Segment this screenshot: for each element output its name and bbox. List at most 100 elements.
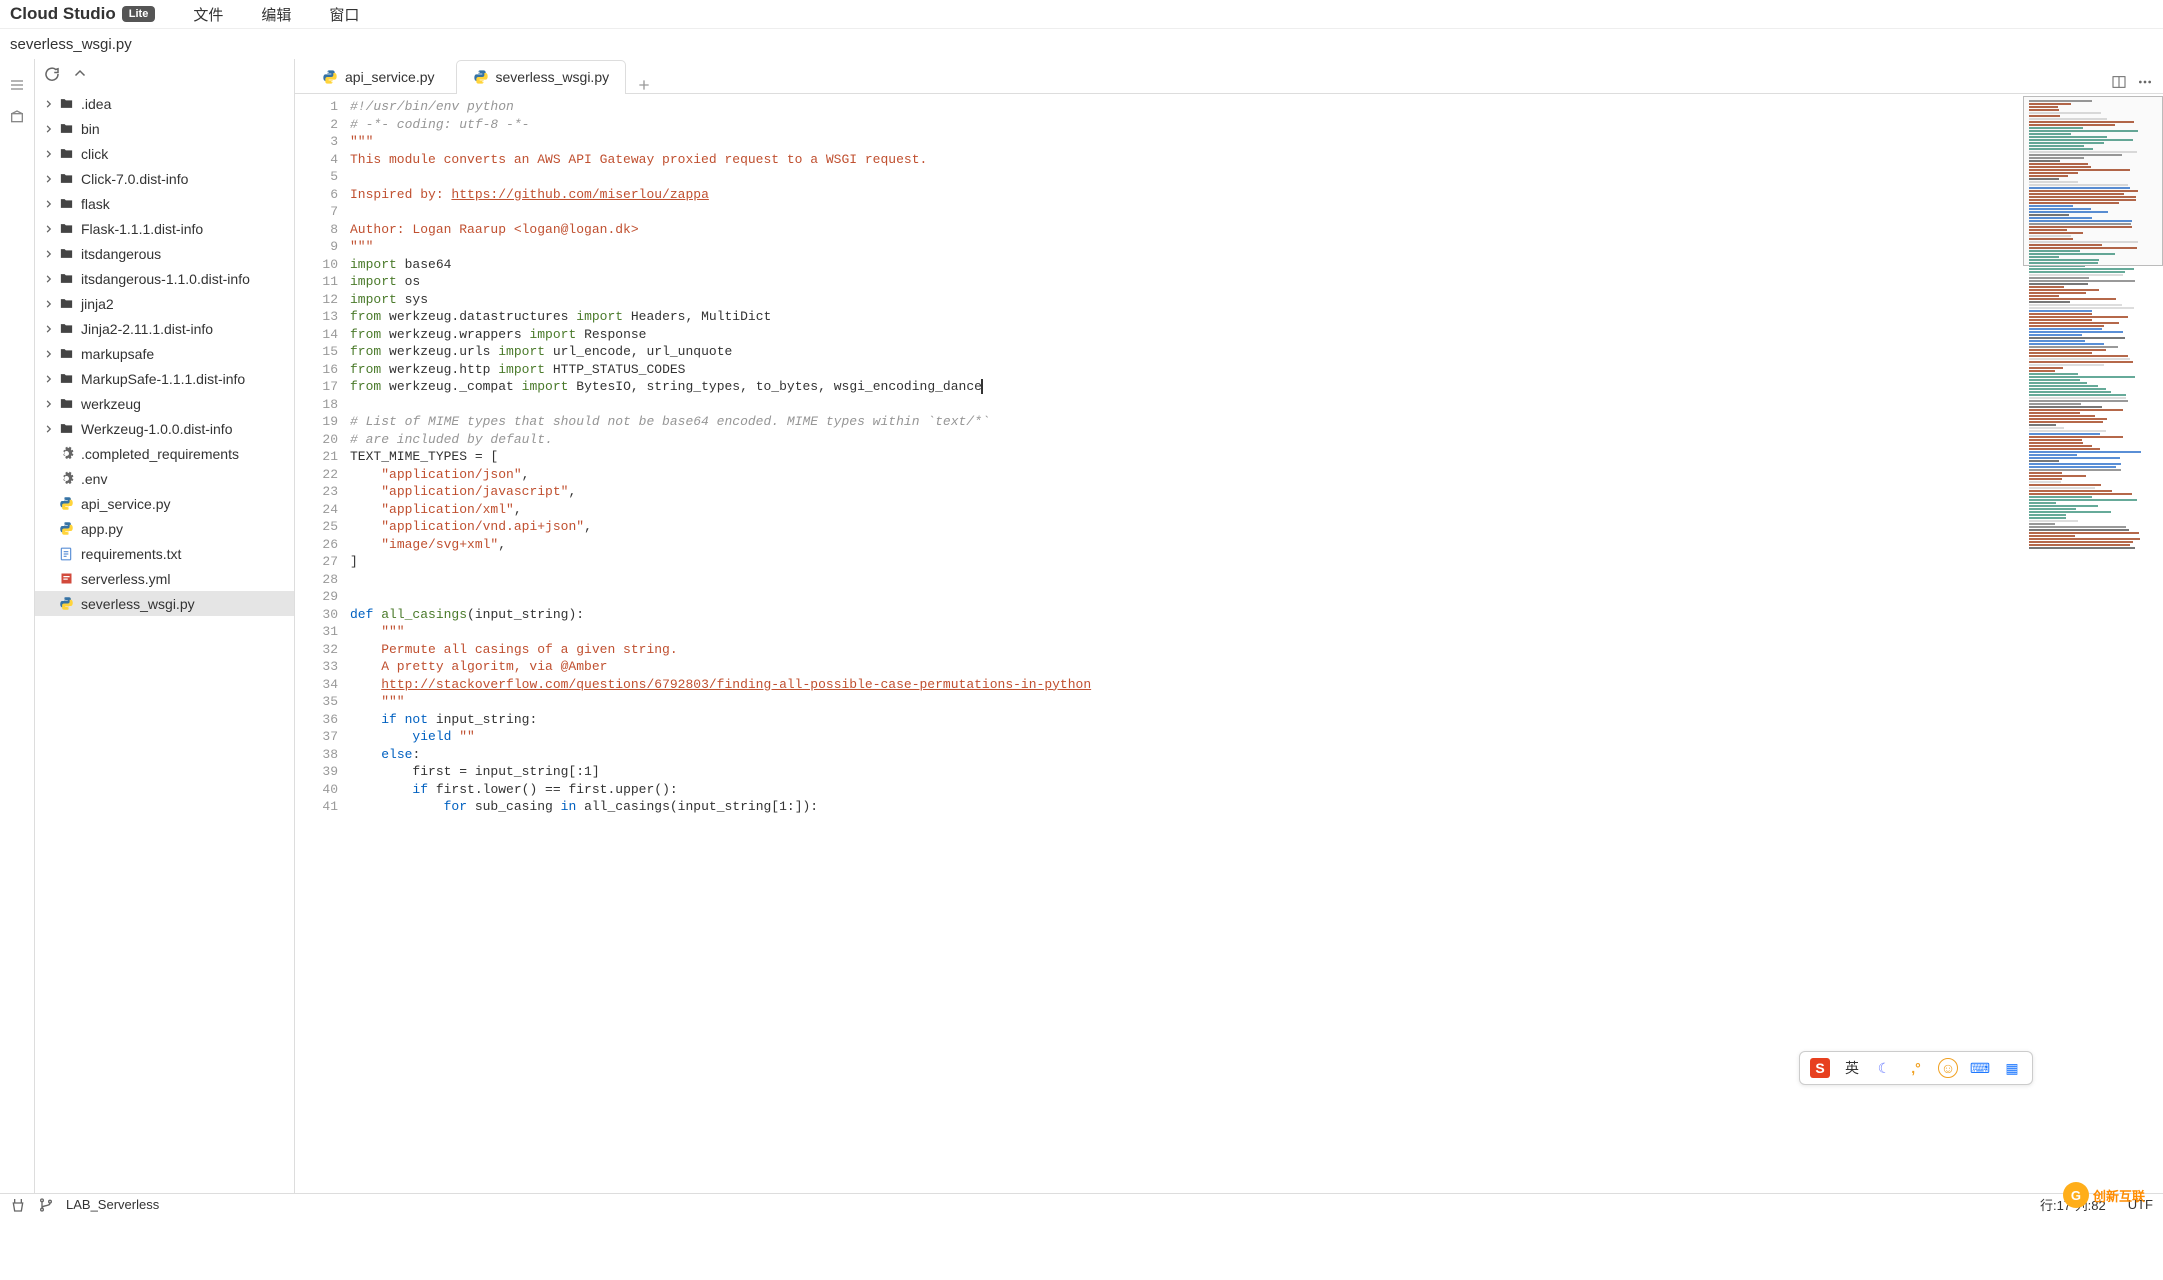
tree-item-label: markupsafe [81, 346, 154, 362]
tree-item-label: .idea [81, 96, 111, 112]
tree-item[interactable]: Jinja2-2.11.1.dist-info [35, 316, 294, 341]
folder-icon [57, 395, 75, 413]
minimap[interactable] [2023, 94, 2163, 1193]
grid-icon[interactable]: ▦ [2002, 1058, 2022, 1078]
tree-item-label: Flask-1.1.1.dist-info [81, 221, 203, 237]
chevron-right-icon [43, 124, 55, 134]
folder-icon [57, 145, 75, 163]
socket-icon[interactable] [10, 1197, 26, 1213]
watermark: G 创新互联 [2059, 1175, 2149, 1215]
python-icon [322, 69, 338, 85]
tree-item-label: itsdangerous-1.1.0.dist-info [81, 271, 250, 287]
tree-item-label: Werkzeug-1.0.0.dist-info [81, 421, 232, 437]
tree-item[interactable]: Werkzeug-1.0.0.dist-info [35, 416, 294, 441]
tab[interactable]: severless_wsgi.py [456, 60, 627, 93]
chevron-right-icon [43, 424, 55, 434]
folder-icon [57, 195, 75, 213]
chevron-right-icon [43, 174, 55, 184]
folder-icon [57, 420, 75, 438]
tree-item[interactable]: bin [35, 116, 294, 141]
folder-icon [57, 95, 75, 113]
tree-item[interactable]: app.py [35, 516, 294, 541]
folder-icon [57, 120, 75, 138]
menu-edit[interactable]: 编辑 [261, 4, 291, 25]
split-editor-icon[interactable] [2111, 74, 2127, 93]
gear-icon [57, 445, 75, 463]
tree-item[interactable]: werkzeug [35, 391, 294, 416]
emoji-icon[interactable]: ☺ [1938, 1058, 1958, 1078]
code-editor[interactable]: 1234567891011121314151617181920212223242… [295, 94, 2163, 1193]
comma-icon[interactable]: ,° [1906, 1058, 1926, 1078]
chevron-right-icon [43, 374, 55, 384]
tree-item-label: flask [81, 196, 110, 212]
package-icon[interactable] [6, 106, 28, 128]
tree-item-label: bin [81, 121, 100, 137]
tree-item[interactable]: .completed_requirements [35, 441, 294, 466]
new-tab-icon[interactable] [630, 77, 658, 93]
chevron-right-icon [43, 274, 55, 284]
folder-icon [57, 220, 75, 238]
status-bar: LAB_Serverless 行:17 列:82 UTF G 创新互联 [0, 1193, 2163, 1215]
ime-lang[interactable]: 英 [1842, 1058, 1862, 1078]
tab[interactable]: api_service.py [305, 60, 452, 93]
yml-icon [57, 570, 75, 588]
moon-icon[interactable]: ☾ [1874, 1058, 1894, 1078]
menu-file[interactable]: 文件 [193, 4, 223, 25]
line-gutter: 1234567891011121314151617181920212223242… [295, 94, 350, 1193]
project-name[interactable]: LAB_Serverless [66, 1197, 159, 1212]
tree-item[interactable]: itsdangerous-1.1.0.dist-info [35, 266, 294, 291]
tree-item-label: itsdangerous [81, 246, 161, 262]
tree-item[interactable]: .idea [35, 91, 294, 116]
ime-toolbar[interactable]: S 英 ☾ ,° ☺ ⌨ ▦ [1799, 1051, 2033, 1085]
tab-label: api_service.py [345, 69, 435, 85]
tree-item[interactable]: flask [35, 191, 294, 216]
tree-item-label: severless_wsgi.py [81, 596, 195, 612]
chevron-right-icon [43, 199, 55, 209]
tree-item-label: werkzeug [81, 396, 141, 412]
tree-item[interactable]: click [35, 141, 294, 166]
tree-item-label: jinja2 [81, 296, 114, 312]
tree-item[interactable]: jinja2 [35, 291, 294, 316]
folder-icon [57, 270, 75, 288]
tree-item[interactable]: requirements.txt [35, 541, 294, 566]
refresh-icon[interactable] [43, 65, 61, 83]
tree-item[interactable]: Flask-1.1.1.dist-info [35, 216, 294, 241]
tree-item[interactable]: itsdangerous [35, 241, 294, 266]
chevron-right-icon [43, 399, 55, 409]
tree-item[interactable]: serverless.yml [35, 566, 294, 591]
chevron-right-icon [43, 224, 55, 234]
folder-icon [57, 245, 75, 263]
tree-item[interactable]: .env [35, 466, 294, 491]
title-bar: Cloud Studio Lite 文件 编辑 窗口 [0, 0, 2163, 29]
code-content[interactable]: #!/usr/bin/env python# -*- coding: utf-8… [350, 94, 2023, 1193]
explorer-icon[interactable] [6, 74, 28, 96]
tree-item[interactable]: markupsafe [35, 341, 294, 366]
chevron-right-icon [43, 349, 55, 359]
sogou-icon[interactable]: S [1810, 1058, 1830, 1078]
collapse-icon[interactable] [71, 65, 89, 83]
editor-area: api_service.py severless_wsgi.py 12345678… [295, 59, 2163, 1193]
tab-bar: api_service.py severless_wsgi.py [295, 59, 2163, 94]
more-actions-icon[interactable] [2137, 74, 2153, 93]
tree-item[interactable]: api_service.py [35, 491, 294, 516]
sidebar-toolbar [35, 59, 294, 89]
breadcrumb: severless_wsgi.py [0, 29, 2163, 59]
tree-item[interactable]: Click-7.0.dist-info [35, 166, 294, 191]
txt-icon [57, 545, 75, 563]
menu-window[interactable]: 窗口 [329, 4, 359, 25]
lite-badge: Lite [122, 6, 156, 22]
tree-item[interactable]: MarkupSafe-1.1.1.dist-info [35, 366, 294, 391]
keyboard-icon[interactable]: ⌨ [1970, 1058, 1990, 1078]
tree-item-label: serverless.yml [81, 571, 170, 587]
python-icon [473, 69, 489, 85]
py-icon [57, 595, 75, 613]
branch-icon[interactable] [38, 1197, 54, 1213]
tree-item[interactable]: severless_wsgi.py [35, 591, 294, 616]
folder-icon [57, 320, 75, 338]
tree-item-label: Click-7.0.dist-info [81, 171, 188, 187]
tree-item-label: api_service.py [81, 496, 171, 512]
folder-icon [57, 170, 75, 188]
py-icon [57, 495, 75, 513]
file-tree[interactable]: .idea bin click Click-7.0.dist-info flask Fla… [35, 89, 294, 1193]
tree-item-label: app.py [81, 521, 123, 537]
